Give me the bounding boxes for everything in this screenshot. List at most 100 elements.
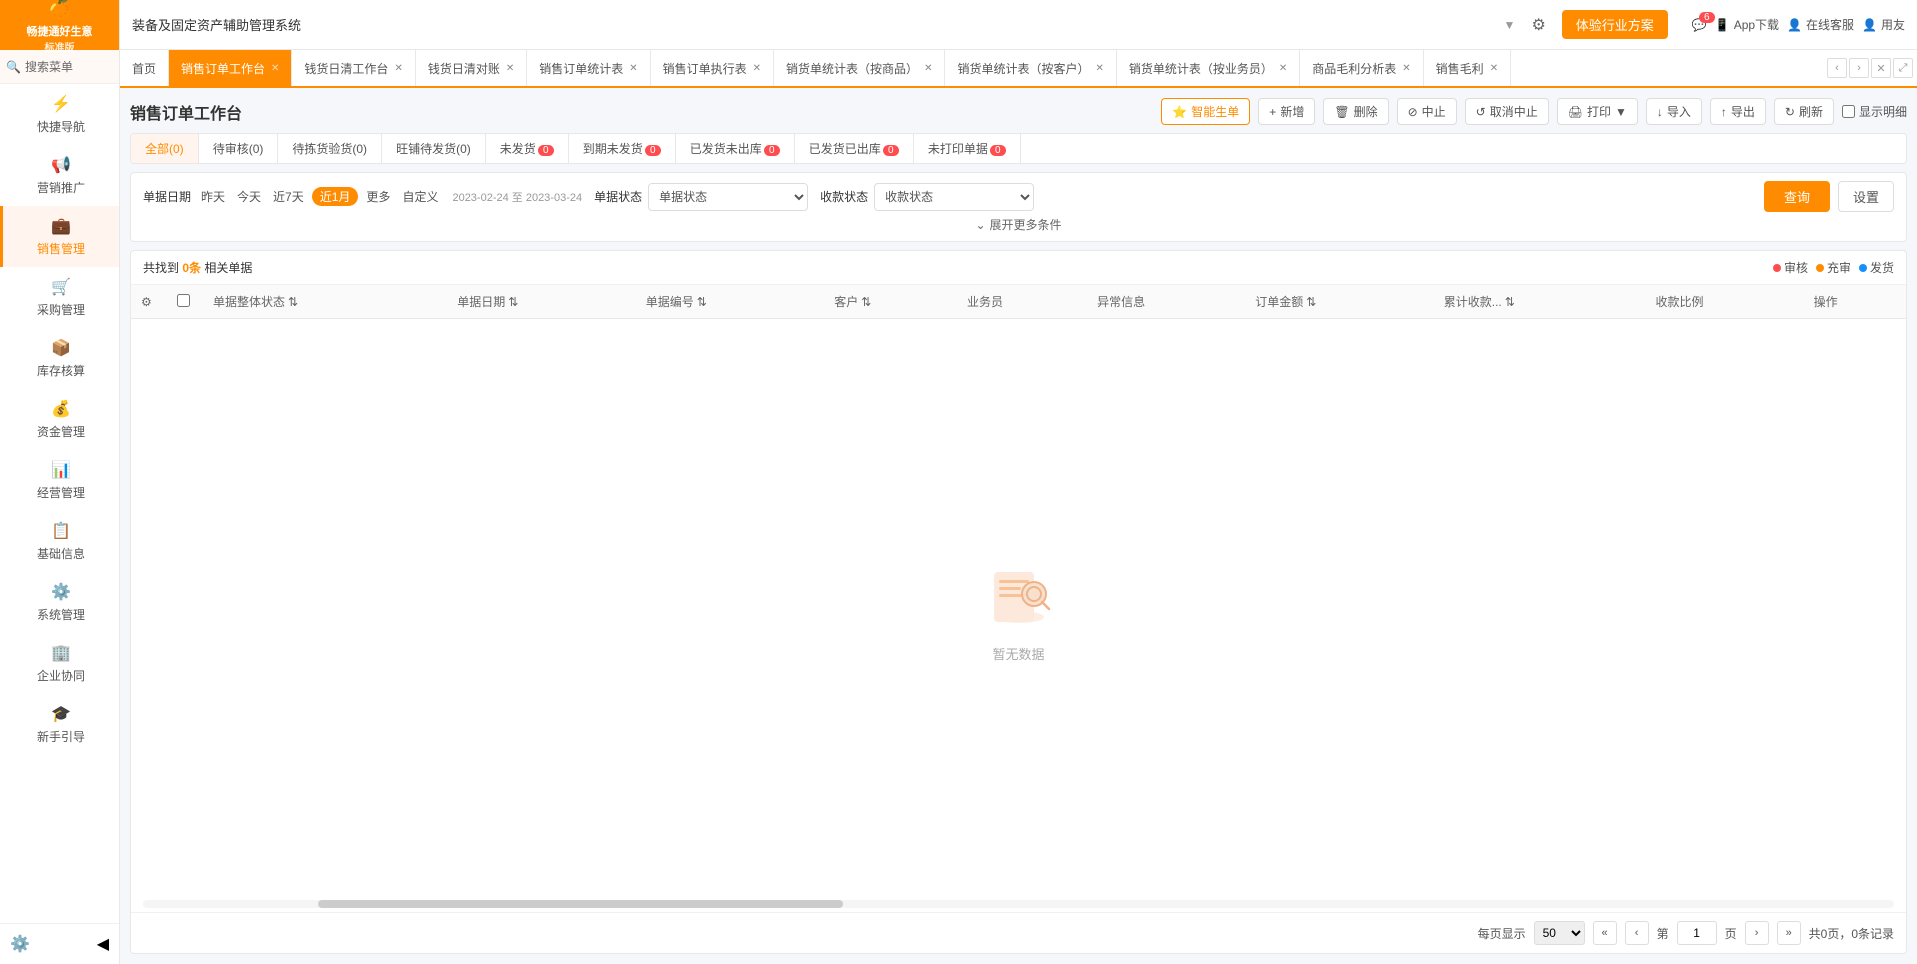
tab-fullscreen[interactable]: ⤢ [1893, 58, 1913, 78]
tab-close-all[interactable]: ✕ [1871, 58, 1891, 78]
tab-sales-profit-close[interactable]: ✕ [1490, 63, 1498, 74]
status-select[interactable]: 单据状态 [648, 183, 808, 211]
tab-sales-workbench[interactable]: 销售订单工作台 ✕ [169, 50, 292, 87]
smart-btn[interactable]: ⭐ 智能生单 [1161, 98, 1250, 125]
user-btn[interactable]: 👤 用友 [1862, 16, 1905, 33]
th-collected-label: 累计收款... [1444, 293, 1502, 310]
tab-scroll-left[interactable]: ‹ [1827, 58, 1847, 78]
tab-margin-analysis[interactable]: 商品毛利分析表 ✕ [1300, 50, 1423, 87]
query-btn[interactable]: 查询 [1764, 181, 1830, 212]
tab-sales-summary-staff-close[interactable]: ✕ [1279, 63, 1287, 74]
sort-status[interactable]: 单据整体状态 ⇅ [213, 293, 437, 310]
tab-sales-summary-product-close[interactable]: ✕ [924, 63, 932, 74]
stop-btn[interactable]: ⊘ 中止 [1397, 98, 1457, 125]
date-opt-month[interactable]: 近1月 [312, 187, 359, 206]
page-input[interactable] [1677, 921, 1717, 945]
search-menu[interactable]: 🔍 搜索菜单 [0, 50, 119, 84]
prev-page-btn[interactable]: ‹ [1625, 921, 1649, 945]
sub-tab-overdue-ship[interactable]: 到期未发货0 [569, 134, 676, 163]
settings-gear-icon[interactable]: ⚙ [1531, 15, 1545, 35]
print-btn[interactable]: 🖨 打印 ▼ [1557, 98, 1638, 125]
sidebar-item-marketing[interactable]: 📢 营销推广 [0, 145, 119, 206]
trial-button[interactable]: 体验行业方案 [1562, 10, 1668, 39]
th-settings[interactable]: ⚙ [131, 285, 167, 319]
th-checkbox[interactable] [167, 285, 203, 319]
sidebar-item-sales[interactable]: 💼 销售管理 [0, 206, 119, 267]
sidebar-item-enterprise[interactable]: 🏢 企业协同 [0, 633, 119, 694]
show-detail-checkbox[interactable] [1842, 105, 1855, 118]
sidebar-item-system[interactable]: ⚙️ 系统管理 [0, 572, 119, 633]
message-btn[interactable]: 💬 6 [1692, 18, 1707, 32]
tab-sales-stats[interactable]: 销售订单统计表 ✕ [527, 50, 650, 87]
sub-tab-all[interactable]: 全部(0) [131, 134, 199, 163]
tab-cash-reconcile-close[interactable]: ✕ [506, 63, 514, 74]
sub-tab-shipped-out[interactable]: 已发货已出库0 [795, 134, 914, 163]
tab-margin-analysis-close[interactable]: ✕ [1402, 63, 1410, 74]
sort-amount[interactable]: 订单金额 ⇅ [1255, 293, 1423, 310]
settings-icon[interactable]: ⚙️ [10, 934, 30, 954]
tab-cash-daily-close[interactable]: ✕ [394, 63, 402, 74]
sidebar-item-base-info[interactable]: 📋 基础信息 [0, 511, 119, 572]
sub-tab-pending-review[interactable]: 待审核(0) [199, 134, 279, 163]
sidebar-item-inventory[interactable]: 📦 库存核算 [0, 328, 119, 389]
date-opt-more[interactable]: 更多 [362, 187, 394, 206]
sort-collected[interactable]: 累计收款... ⇅ [1444, 293, 1636, 310]
tab-sales-workbench-close[interactable]: ✕ [271, 63, 279, 74]
payment-select[interactable]: 收款状态 [874, 183, 1034, 211]
import-btn[interactable]: ↓ 导入 [1646, 98, 1702, 125]
expand-filter-btn[interactable]: ⌄ 展开更多条件 [975, 216, 1061, 233]
online-service-btn[interactable]: 👤 在线客服 [1787, 16, 1854, 33]
settings-btn[interactable]: 设置 [1838, 181, 1894, 212]
scroll-thumb[interactable] [318, 900, 843, 908]
sidebar-item-guide[interactable]: 🎓 新手引导 [0, 694, 119, 755]
tab-sales-summary-product[interactable]: 销货单统计表（按商品） ✕ [774, 50, 945, 87]
sub-tab-not-printed[interactable]: 未打印单据0 [914, 134, 1021, 163]
page-size-select[interactable]: 50 20 100 [1534, 921, 1585, 945]
sidebar-item-operations[interactable]: 📊 经营管理 [0, 450, 119, 511]
tab-sales-exec-close[interactable]: ✕ [753, 63, 761, 74]
next-page-btn[interactable]: › [1745, 921, 1769, 945]
tab-sales-stats-close[interactable]: ✕ [629, 63, 637, 74]
last-page-btn[interactable]: » [1777, 921, 1801, 945]
tab-cash-daily[interactable]: 钱货日清工作台 ✕ [292, 50, 415, 87]
date-opt-custom[interactable]: 自定义 [398, 187, 442, 206]
tab-sales-summary-customer-close[interactable]: ✕ [1095, 63, 1103, 74]
select-all-checkbox[interactable] [177, 294, 190, 307]
horizontal-scrollbar[interactable] [143, 900, 1894, 908]
sub-tab-not-shipped[interactable]: 未发货0 [486, 134, 569, 163]
tab-sales-summary-customer[interactable]: 销货单统计表（按客户） ✕ [945, 50, 1116, 87]
sort-number[interactable]: 单据编号 ⇅ [646, 293, 814, 310]
date-opt-recent7[interactable]: 近7天 [269, 187, 308, 206]
tab-cash-reconcile[interactable]: 钱货日清对账 ✕ [416, 50, 527, 87]
sidebar-item-finance[interactable]: 💰 资金管理 [0, 389, 119, 450]
sort-customer[interactable]: 客户 ⇅ [834, 293, 947, 310]
collapse-icon[interactable]: ◀ [97, 934, 109, 954]
refresh-btn[interactable]: ↻ 刷新 [1774, 98, 1834, 125]
dropdown-arrow-icon[interactable]: ▼ [1504, 18, 1516, 32]
cancel-stop-btn[interactable]: ↺ 取消中止 [1465, 98, 1549, 125]
sub-tab-shipped-not-out[interactable]: 已发货未出库0 [676, 134, 795, 163]
date-opt-yesterday[interactable]: 昨天 [197, 187, 229, 206]
delete-btn[interactable]: 🗑 删除 [1323, 98, 1388, 125]
export-btn[interactable]: ↑ 导出 [1710, 98, 1766, 125]
ship-action[interactable]: 发货 [1859, 259, 1894, 276]
add-btn[interactable]: + 新增 [1258, 98, 1315, 125]
tab-sales-exec[interactable]: 销售订单执行表 ✕ [651, 50, 774, 87]
revoke-action[interactable]: 充审 [1816, 259, 1851, 276]
sub-tab-wangpu-ship[interactable]: 旺铺待发货(0) [382, 134, 486, 163]
sort-date[interactable]: 单据日期 ⇅ [457, 293, 625, 310]
tab-scroll-right[interactable]: › [1849, 58, 1869, 78]
tab-sales-summary-staff[interactable]: 销货单统计表（按业务员） ✕ [1117, 50, 1300, 87]
show-detail-label[interactable]: 显示明细 [1842, 103, 1907, 120]
tab-sales-profit[interactable]: 销售毛利 ✕ [1424, 50, 1511, 87]
first-page-btn[interactable]: « [1593, 921, 1617, 945]
date-opt-today[interactable]: 今天 [233, 187, 265, 206]
sub-tab-pending-inspect[interactable]: 待拣货验货(0) [278, 134, 382, 163]
result-count: 共找到 0条 相关单据 [143, 259, 1761, 276]
review-action[interactable]: 审核 [1773, 259, 1808, 276]
app-download-btn[interactable]: 📱 App下载 [1715, 16, 1779, 33]
import-icon: ↓ [1657, 105, 1663, 119]
sidebar-item-purchase[interactable]: 🛒 采购管理 [0, 267, 119, 328]
tab-home[interactable]: 首页 [120, 50, 169, 87]
sidebar-item-quick-nav[interactable]: ⚡ 快捷导航 [0, 84, 119, 145]
